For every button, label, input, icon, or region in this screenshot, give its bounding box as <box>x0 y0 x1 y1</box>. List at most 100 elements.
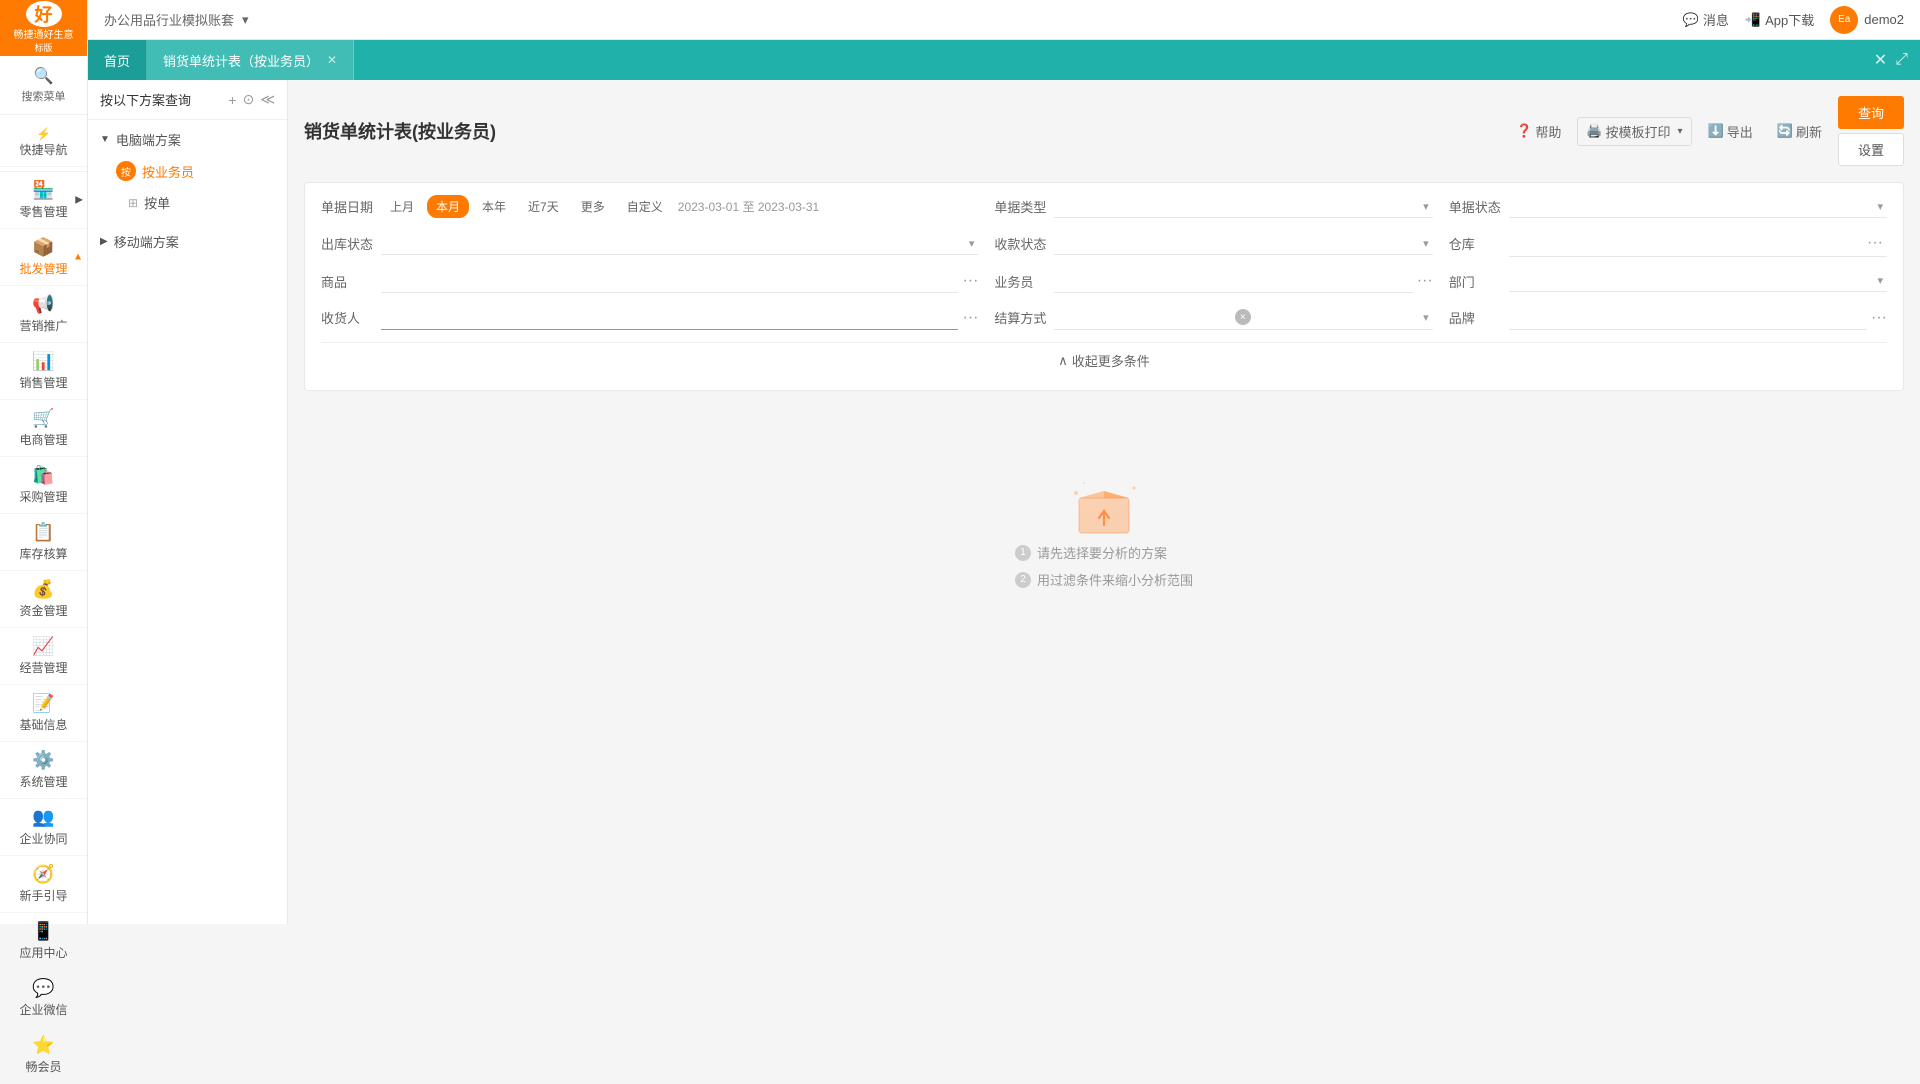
tab-close-button[interactable]: ✕ <box>327 53 337 67</box>
print-button[interactable]: 🖨️ 按模板打印 ▾ <box>1577 117 1691 146</box>
sidebar-item-inventory[interactable]: 📋 库存核算 <box>0 514 87 571</box>
out-status-arrow: ▾ <box>969 237 975 250</box>
salesman-label: 业务员 <box>994 272 1054 291</box>
payment-clear-button[interactable]: × <box>1235 309 1251 325</box>
dept-label: 部门 <box>1449 272 1509 291</box>
top-header-actions: 💬 消息 📲 App下载 Ea demo2 <box>1683 6 1904 34</box>
brand-dots[interactable]: ··· <box>1871 309 1887 327</box>
desktop-scheme-group: ▼ 电脑端方案 按 按业务员 ⊞ 按单 <box>88 120 287 222</box>
scheme-order-sub-icon: ⊞ <box>128 196 138 210</box>
scheme-add-button[interactable]: + <box>228 92 236 108</box>
scheme-collapse-button[interactable]: ≪ <box>260 91 275 108</box>
inventory-label: 库存核算 <box>19 545 67 562</box>
app-download-button[interactable]: 📲 App下载 <box>1745 10 1814 29</box>
sidebar-item-marketing[interactable]: 📢 营销推广 <box>0 286 87 343</box>
message-icon: 💬 <box>1683 12 1699 28</box>
date-tab-this-month[interactable]: 本月 <box>427 195 469 218</box>
tip-num-2: 2 <box>1015 572 1031 588</box>
user-menu[interactable]: Ea demo2 <box>1830 6 1904 34</box>
sidebar-item-member[interactable]: ⭐ 畅会员 <box>0 1027 87 1084</box>
sidebar-item-purchase[interactable]: 🛍️ 采购管理 <box>0 457 87 514</box>
status-select[interactable]: ▾ <box>1509 196 1887 218</box>
filter-row-2: 出库状态 ▾ 收款状态 ▾ 仓库 <box>321 230 1887 257</box>
message-button[interactable]: 💬 消息 <box>1683 10 1729 29</box>
sales-label: 销售管理 <box>19 374 67 391</box>
sidebar-item-wechat[interactable]: 💬 企业微信 <box>0 970 87 1027</box>
sales-icon: 📊 <box>32 351 54 372</box>
sidebar-item-guide[interactable]: 🧭 新手引导 <box>0 856 87 913</box>
wholesale-icon: 📦 <box>32 237 54 258</box>
goods-input[interactable] <box>381 269 958 293</box>
scheme-item-by-order[interactable]: ⊞ 按单 <box>88 187 287 218</box>
collect-status-select[interactable]: ▾ <box>1054 233 1432 255</box>
window-close-button[interactable]: ✕ <box>1874 50 1887 70</box>
collab-icon: 👥 <box>32 807 54 828</box>
refresh-label: 刷新 <box>1796 122 1822 141</box>
filter-row-1: 单据日期 上月 本月 本年 近7天 更多 自定义 2023-03-01 至 20… <box>321 195 1887 218</box>
refresh-button[interactable]: 🔄 刷新 <box>1769 118 1830 145</box>
dept-select-arrow: ▾ <box>1877 274 1883 287</box>
sidebar-item-basic-info[interactable]: 📝 基础信息 <box>0 685 87 742</box>
date-tab-this-year[interactable]: 本年 <box>473 195 515 218</box>
mobile-scheme-group-header[interactable]: ▶ 移动端方案 <box>88 226 287 257</box>
date-tab-last-month[interactable]: 上月 <box>381 195 423 218</box>
warehouse-select[interactable]: ··· <box>1509 230 1887 257</box>
collab-label: 企业协同 <box>19 830 67 847</box>
salesman-dots[interactable]: ··· <box>1417 272 1433 290</box>
quick-nav-button[interactable]: ⚡ 快捷导航 <box>0 119 87 167</box>
export-button[interactable]: ⬇️ 导出 <box>1700 118 1761 145</box>
member-label: 畅会员 <box>25 1058 61 1075</box>
scheme-item-by-salesman[interactable]: 按 按业务员 <box>88 155 287 187</box>
page-title-actions: ❓ 帮助 🖨️ 按模板打印 ▾ ⬇️ 导出 🔄 刷新 <box>1508 96 1904 166</box>
desktop-scheme-group-header[interactable]: ▼ 电脑端方案 <box>88 124 287 155</box>
industry-selector[interactable]: 办公用品行业模拟账套 ▾ <box>104 10 249 29</box>
salesman-input[interactable] <box>1054 269 1412 293</box>
receiver-input[interactable] <box>381 306 958 330</box>
collapse-conditions-button[interactable]: ∧ 收起更多条件 <box>321 342 1887 378</box>
date-tab-more[interactable]: 更多 <box>572 195 614 218</box>
query-setting-group: 查询 设置 <box>1838 96 1904 166</box>
window-maximize-button[interactable]: ⤢ <box>1895 51 1908 69</box>
tab-home[interactable]: 首页 <box>88 40 147 80</box>
scheme-edit-button[interactable]: ⊙ <box>243 91 255 108</box>
sidebar-item-app-center[interactable]: 📱 应用中心 <box>0 913 87 970</box>
date-tab-custom[interactable]: 自定义 <box>618 195 672 218</box>
out-status-select[interactable]: ▾ <box>381 233 978 255</box>
search-menu-button[interactable]: 🔍 搜索菜单 <box>0 60 87 110</box>
goods-dots[interactable]: ··· <box>962 272 978 290</box>
sidebar-item-ecommerce[interactable]: 🛒 电商管理 <box>0 400 87 457</box>
guide-icon: 🧭 <box>32 864 54 885</box>
mobile-scheme-arrow: ▶ <box>100 236 108 247</box>
help-button[interactable]: ❓ 帮助 <box>1508 118 1569 145</box>
sidebar: 好 畅捷通好生意标版 🔍 搜索菜单 ⚡ 快捷导航 🏪 零售管理 ▶ 📦 批发管理… <box>0 0 88 924</box>
receiver-dots[interactable]: ··· <box>962 309 978 327</box>
content-area: 按以下方案查询 + ⊙ ≪ ▼ 电脑端方案 按 按业务员 ⊞ 按 <box>88 80 1920 924</box>
collapse-up-arrow: ∧ <box>1058 353 1068 369</box>
tab-sales-stat[interactable]: 销货单统计表（按业务员） ✕ <box>147 40 354 80</box>
type-select-arrow: ▾ <box>1423 200 1429 213</box>
dept-select[interactable]: ▾ <box>1509 270 1887 292</box>
type-select[interactable]: ▾ <box>1054 196 1432 218</box>
payment-select[interactable]: × ▾ <box>1054 305 1432 330</box>
sidebar-item-retail[interactable]: 🏪 零售管理 ▶ <box>0 172 87 229</box>
filter-section: 单据日期 上月 本月 本年 近7天 更多 自定义 2023-03-01 至 20… <box>304 182 1904 391</box>
date-range-display: 2023-03-01 至 2023-03-31 <box>678 198 819 215</box>
sidebar-item-collab[interactable]: 👥 企业协同 <box>0 799 87 856</box>
query-button[interactable]: 查询 <box>1838 96 1904 129</box>
sidebar-item-sales[interactable]: 📊 销售管理 <box>0 343 87 400</box>
user-initials: Ea <box>1838 14 1850 25</box>
sidebar-item-finance[interactable]: 💰 资金管理 <box>0 571 87 628</box>
collapse-label: 收起更多条件 <box>1072 351 1150 370</box>
sidebar-item-operation[interactable]: 📈 经营管理 <box>0 628 87 685</box>
sidebar-item-system[interactable]: ⚙️ 系统管理 <box>0 742 87 799</box>
sidebar-item-wholesale[interactable]: 📦 批发管理 ▲ <box>0 229 87 286</box>
retail-arrow: ▶ <box>75 195 83 206</box>
help-icon: ❓ <box>1516 123 1532 139</box>
marketing-label: 营销推广 <box>19 317 67 334</box>
setting-button[interactable]: 设置 <box>1838 133 1904 166</box>
warehouse-dots[interactable]: ··· <box>1867 234 1883 252</box>
brand-input[interactable] <box>1509 306 1867 330</box>
filter-type: 单据类型 ▾ <box>994 196 1432 218</box>
date-tab-7days[interactable]: 近7天 <box>519 195 568 218</box>
scheme-salesman-label: 按业务员 <box>142 162 194 181</box>
